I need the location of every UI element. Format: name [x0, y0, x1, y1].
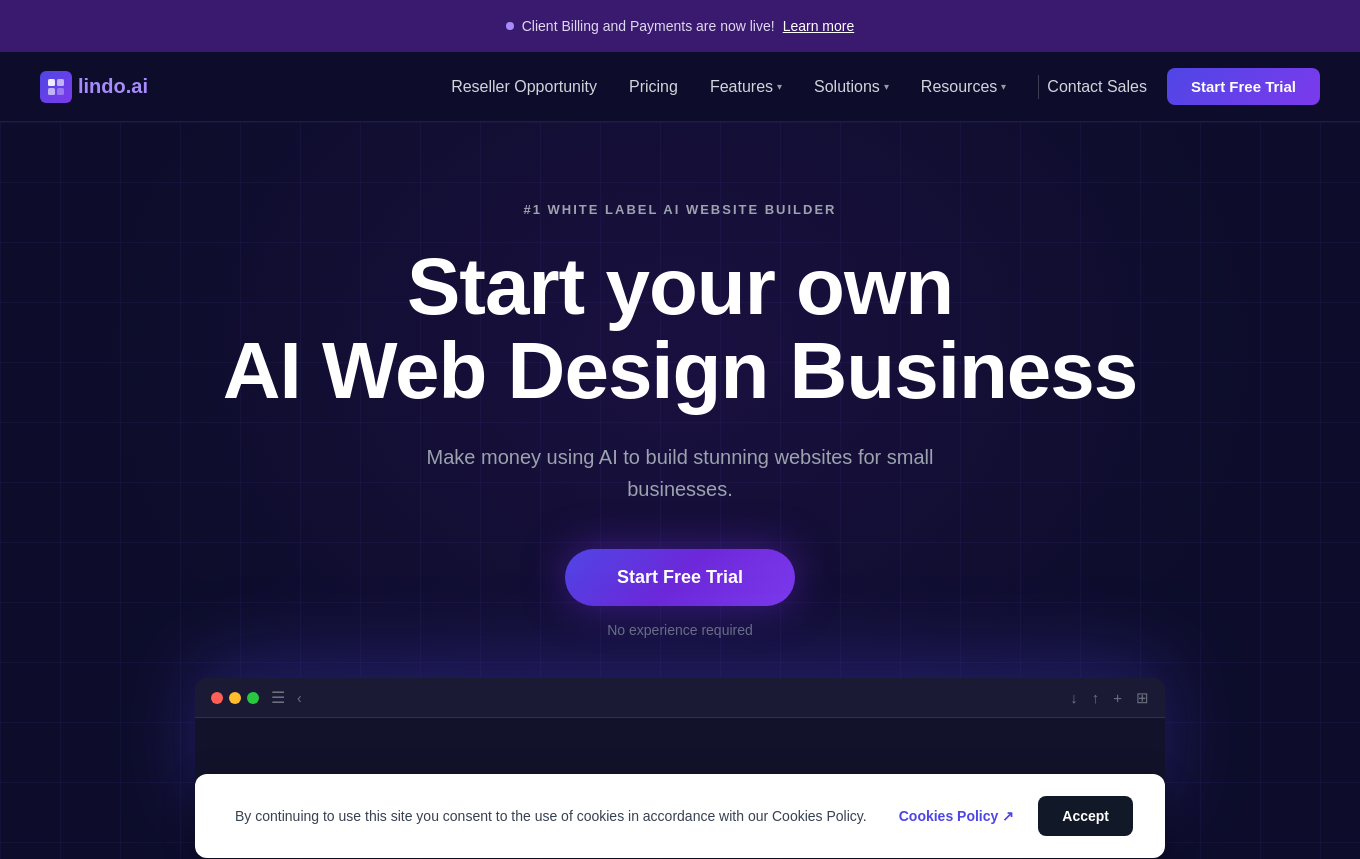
- download-icon[interactable]: ↓: [1070, 689, 1078, 707]
- browser-toolbar: ☰ ‹ ↓ ↑ + ⊞: [195, 678, 1165, 718]
- nav-divider: [1038, 75, 1039, 99]
- learn-more-link[interactable]: Learn more: [783, 18, 855, 34]
- svg-rect-1: [57, 79, 64, 86]
- logo-icon: [40, 71, 72, 103]
- nav-start-trial-button[interactable]: Start Free Trial: [1167, 68, 1320, 105]
- hero-start-trial-button[interactable]: Start Free Trial: [565, 549, 795, 606]
- sidebar-icon[interactable]: ☰: [271, 688, 285, 707]
- hero-title: Start your own AI Web Design Business: [40, 245, 1320, 413]
- cookie-message: By continuing to use this site you conse…: [227, 806, 875, 827]
- nav-item-features[interactable]: Features ▾: [710, 78, 782, 96]
- announcement-dot: [506, 22, 514, 30]
- navbar: lindo.ai Reseller Opportunity Pricing Fe…: [0, 52, 1360, 122]
- nav-item-solutions[interactable]: Solutions ▾: [814, 78, 889, 96]
- browser-dots: [211, 692, 259, 704]
- browser-preview: ☰ ‹ ↓ ↑ + ⊞ By continuing to use this si…: [195, 678, 1165, 828]
- browser-dot-yellow: [229, 692, 241, 704]
- svg-rect-0: [48, 79, 55, 86]
- announcement-message: Client Billing and Payments are now live…: [522, 18, 775, 34]
- browser-dot-red: [211, 692, 223, 704]
- chevron-down-icon: ▾: [777, 81, 782, 92]
- external-link-icon: ↗: [1002, 806, 1014, 827]
- add-icon[interactable]: +: [1113, 689, 1122, 707]
- back-icon[interactable]: ‹: [297, 690, 302, 706]
- hero-cta-wrapper: Start Free Trial: [40, 549, 1320, 606]
- chevron-down-icon: ▾: [884, 81, 889, 92]
- share-icon[interactable]: ↑: [1092, 689, 1100, 707]
- cookie-policy-link[interactable]: Cookies Policy ↗: [899, 806, 1015, 827]
- nav-links: Reseller Opportunity Pricing Features ▾ …: [451, 78, 1006, 96]
- nav-item-reseller[interactable]: Reseller Opportunity: [451, 78, 597, 96]
- svg-rect-2: [48, 88, 55, 95]
- hero-note: No experience required: [40, 622, 1320, 638]
- logo-text: lindo.ai: [78, 75, 148, 98]
- browser-actions: ↓ ↑ + ⊞: [1070, 689, 1149, 707]
- accept-cookies-button[interactable]: Accept: [1038, 796, 1133, 836]
- nav-item-pricing[interactable]: Pricing: [629, 78, 678, 96]
- grid-icon[interactable]: ⊞: [1136, 689, 1149, 707]
- svg-rect-3: [57, 88, 64, 95]
- nav-item-resources[interactable]: Resources ▾: [921, 78, 1006, 96]
- chevron-down-icon: ▾: [1001, 81, 1006, 92]
- browser-dot-green: [247, 692, 259, 704]
- hero-eyebrow: #1 WHITE LABEL AI WEBSITE BUILDER: [40, 202, 1320, 217]
- hero-section: #1 WHITE LABEL AI WEBSITE BUILDER Start …: [0, 122, 1360, 859]
- hero-subtitle: Make money using AI to build stunning we…: [400, 441, 960, 505]
- logo[interactable]: lindo.ai: [40, 71, 148, 103]
- announcement-bar: Client Billing and Payments are now live…: [0, 0, 1360, 52]
- contact-sales-link[interactable]: Contact Sales: [1047, 78, 1147, 96]
- cookie-banner: By continuing to use this site you conse…: [195, 774, 1165, 858]
